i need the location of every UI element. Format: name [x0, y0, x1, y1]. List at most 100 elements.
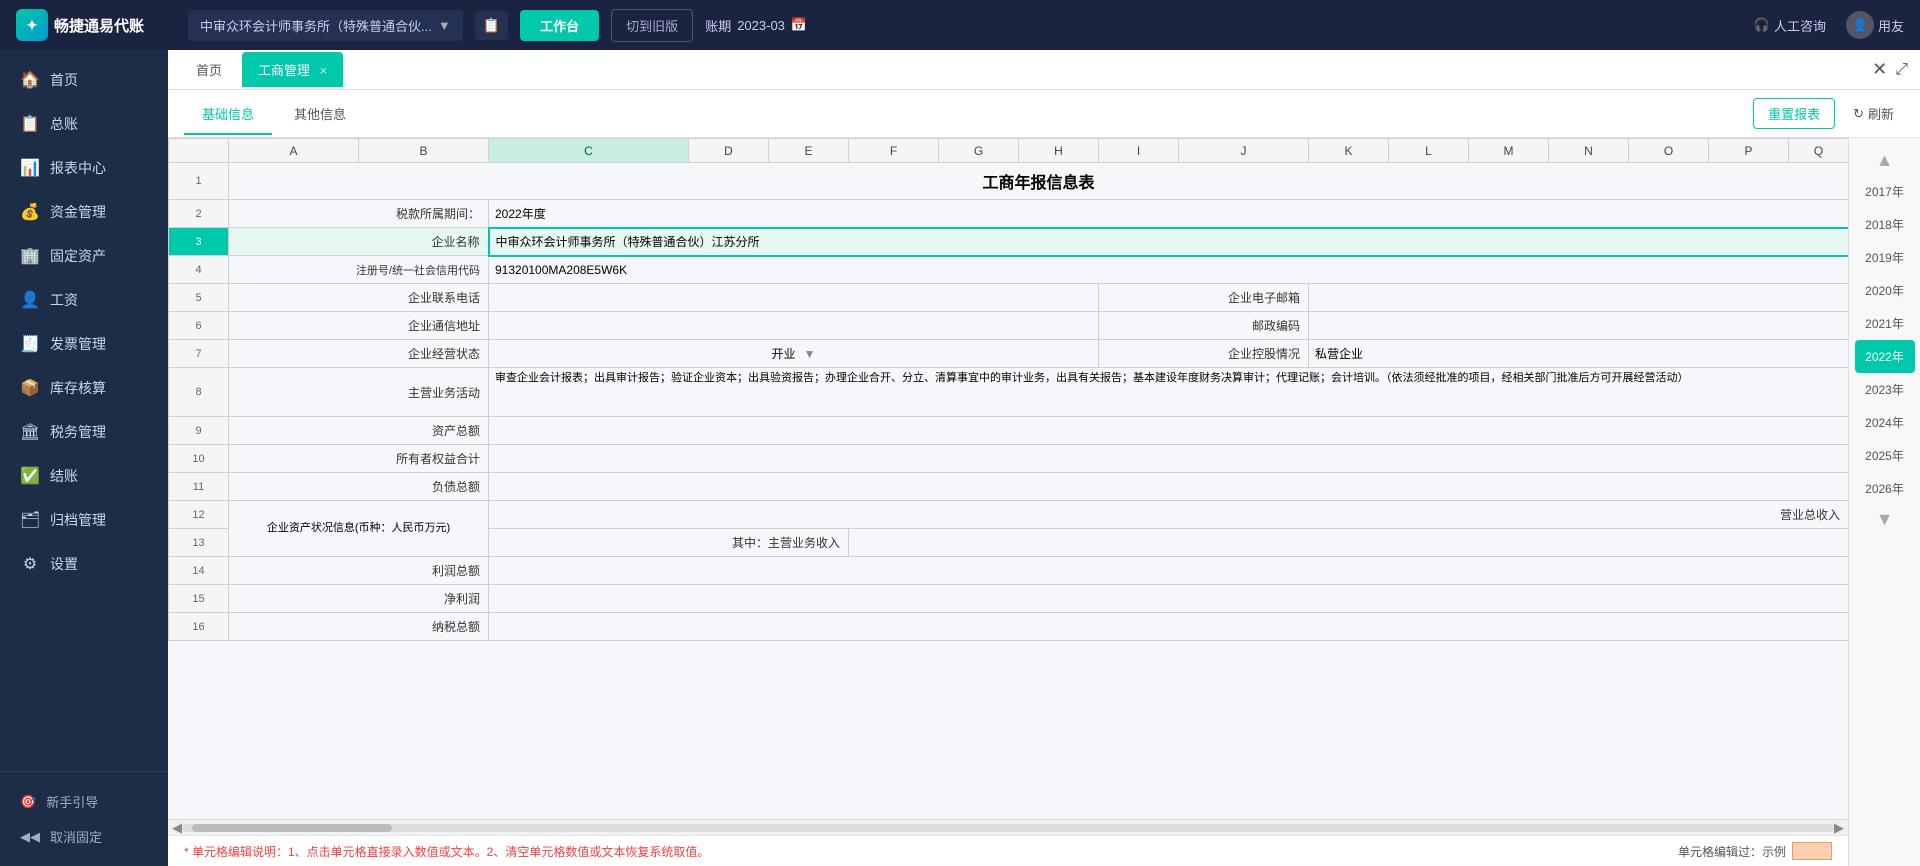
col-header-L[interactable]: L — [1389, 139, 1469, 163]
year-2017[interactable]: 2017年 — [1855, 175, 1915, 208]
workbench-button[interactable]: 工作台 — [520, 10, 599, 41]
sidebar-item-funds[interactable]: 💰 资金管理 — [0, 190, 168, 234]
year-2026[interactable]: 2026年 — [1855, 472, 1915, 505]
main-biz-label-cell[interactable]: 主营业务活动 — [229, 368, 489, 417]
year-2019[interactable]: 2019年 — [1855, 241, 1915, 274]
scroll-left-icon[interactable]: ◀ — [172, 820, 182, 836]
col-header-P[interactable]: P — [1709, 139, 1789, 163]
tab-business[interactable]: 工商管理 × — [242, 52, 343, 87]
col-header-M[interactable]: M — [1469, 139, 1549, 163]
liabilities-value-cell[interactable] — [489, 473, 1849, 501]
col-header-D[interactable]: D — [689, 139, 769, 163]
tab-close-icon[interactable]: × — [320, 63, 328, 78]
year-2018[interactable]: 2018年 — [1855, 208, 1915, 241]
year-2024[interactable]: 2024年 — [1855, 406, 1915, 439]
col-header-F[interactable]: F — [849, 139, 939, 163]
year-2025[interactable]: 2025年 — [1855, 439, 1915, 472]
equity-label-cell[interactable]: 所有者权益合计 — [229, 445, 489, 473]
col-header-Q[interactable]: Q — [1789, 139, 1849, 163]
year-2021[interactable]: 2021年 — [1855, 307, 1915, 340]
sidebar-item-salary[interactable]: 👤 工资 — [0, 278, 168, 322]
company-name-value-cell[interactable]: 中审众环会计师事务所（特殊普通合伙）江苏分所 — [489, 228, 1849, 256]
support-button[interactable]: 🎧 人工咨询 — [1754, 16, 1826, 35]
sidebar-item-ledger[interactable]: 📋 总账 — [0, 102, 168, 146]
col-header-J[interactable]: J — [1179, 139, 1309, 163]
sub-tab-other[interactable]: 其他信息 — [276, 94, 364, 135]
biz-status-label-cell[interactable]: 企业经营状态 — [229, 340, 489, 368]
sidebar-item-settings[interactable]: ⚙ 设置 — [0, 542, 168, 586]
tab-home[interactable]: 首页 — [180, 52, 238, 87]
col-header-O[interactable]: O — [1629, 139, 1709, 163]
old-version-button[interactable]: 切到旧版 — [611, 9, 693, 42]
sidebar-item-tax[interactable]: 🏛 税务管理 — [0, 410, 168, 454]
email-label-cell[interactable]: 企业电子邮箱 — [1099, 284, 1309, 312]
postcode-value-cell[interactable] — [1309, 312, 1849, 340]
h-scrollbar[interactable]: ◀ ▶ — [168, 819, 1848, 835]
col-header-E[interactable]: E — [769, 139, 849, 163]
tax-total-value-cell[interactable] — [489, 613, 1849, 641]
profit-label-cell[interactable]: 利润总额 — [229, 557, 489, 585]
holding-label-cell[interactable]: 企业控股情况 — [1099, 340, 1309, 368]
holding-value-cell[interactable]: 私营企业 — [1309, 340, 1849, 368]
main-revenue-label-cell[interactable]: 其中：主营业务收入 — [489, 529, 849, 557]
sidebar-item-archive[interactable]: 🗂 归档管理 — [0, 498, 168, 542]
sidebar-item-home[interactable]: 🏠 首页 — [0, 58, 168, 102]
unpin-button[interactable]: ◀◀ 取消固定 — [20, 819, 148, 854]
revenue-label-cell[interactable]: 营业总收入 — [489, 501, 1849, 529]
main-revenue-value-cell[interactable] — [849, 529, 1849, 557]
biz-status-value-cell[interactable]: 开业 ▼ — [489, 340, 1099, 368]
col-header-A[interactable]: A — [229, 139, 359, 163]
window-expand-button[interactable]: ⤢ — [1895, 59, 1908, 80]
refresh-button[interactable]: ↻ 刷新 — [1843, 98, 1904, 129]
profit-value-cell[interactable] — [489, 557, 1849, 585]
period-value-cell[interactable]: 2022年度 — [489, 200, 1849, 228]
col-header-K[interactable]: K — [1309, 139, 1389, 163]
reset-report-button[interactable]: 重置报表 — [1753, 98, 1835, 129]
address-label-cell[interactable]: 企业通信地址 — [229, 312, 489, 340]
sidebar-item-assets[interactable]: 🏢 固定资产 — [0, 234, 168, 278]
phone-label-cell[interactable]: 企业联系电话 — [229, 284, 489, 312]
company-selector[interactable]: 中审众环会计师事务所（特殊普通合伙... ▼ — [188, 10, 463, 41]
user-menu[interactable]: 👤 用友 — [1846, 11, 1904, 39]
phone-value-cell[interactable] — [489, 284, 1099, 312]
year-2023[interactable]: 2023年 — [1855, 373, 1915, 406]
reg-value-cell[interactable]: 91320100MA208E5W6K — [489, 256, 1849, 284]
address-value-cell[interactable] — [489, 312, 1099, 340]
col-header-G[interactable]: G — [939, 139, 1019, 163]
scroll-right-icon[interactable]: ▶ — [1834, 820, 1844, 836]
col-header-I[interactable]: I — [1099, 139, 1179, 163]
sidebar-item-reports[interactable]: 📊 报表中心 — [0, 146, 168, 190]
year-scroll-down-icon[interactable]: ▼ — [1872, 505, 1898, 534]
email-value-cell[interactable] — [1309, 284, 1849, 312]
col-header-B[interactable]: B — [359, 139, 489, 163]
postcode-label-cell[interactable]: 邮政编码 — [1099, 312, 1309, 340]
assets-total-value-cell[interactable] — [489, 417, 1849, 445]
scrollbar-thumb[interactable] — [192, 824, 392, 832]
copy-button[interactable]: 📋 — [475, 11, 508, 40]
equity-value-cell[interactable] — [489, 445, 1849, 473]
tax-total-label-cell[interactable]: 纳税总额 — [229, 613, 489, 641]
sidebar-item-close[interactable]: ✅ 结账 — [0, 454, 168, 498]
sidebar-item-inventory[interactable]: 📦 库存核算 — [0, 366, 168, 410]
net-profit-value-cell[interactable] — [489, 585, 1849, 613]
company-name-label-cell[interactable]: 企业名称 — [229, 228, 489, 256]
col-header-N[interactable]: N — [1549, 139, 1629, 163]
net-profit-label-cell[interactable]: 净利润 — [229, 585, 489, 613]
sidebar-item-invoice[interactable]: 🧾 发票管理 — [0, 322, 168, 366]
period-label-cell[interactable]: 税款所属期间： — [229, 200, 489, 228]
year-2022[interactable]: 2022年 — [1855, 340, 1915, 373]
liabilities-label-cell[interactable]: 负债总额 — [229, 473, 489, 501]
col-header-C[interactable]: C — [489, 139, 689, 163]
col-header-H[interactable]: H — [1019, 139, 1099, 163]
main-biz-value-cell[interactable]: 审查企业会计报表；出具审计报告；验证企业资本；出具验资报告；办理企业合开、分立、… — [489, 368, 1849, 417]
sheet-scroll[interactable]: A B C D E F G H I J — [168, 138, 1848, 819]
scrollbar-track[interactable] — [182, 824, 1834, 832]
calendar-icon[interactable]: 📅 — [791, 17, 807, 33]
year-scroll-up-icon[interactable]: ▲ — [1872, 146, 1898, 175]
year-2020[interactable]: 2020年 — [1855, 274, 1915, 307]
window-close-button[interactable]: ✕ — [1872, 59, 1887, 80]
new-guide-button[interactable]: 🎯 新手引导 — [20, 784, 148, 819]
title-cell[interactable]: 工商年报信息表 — [229, 163, 1849, 200]
assets-total-label-cell[interactable]: 资产总额 — [229, 417, 489, 445]
sub-tab-basic[interactable]: 基础信息 — [184, 94, 272, 135]
